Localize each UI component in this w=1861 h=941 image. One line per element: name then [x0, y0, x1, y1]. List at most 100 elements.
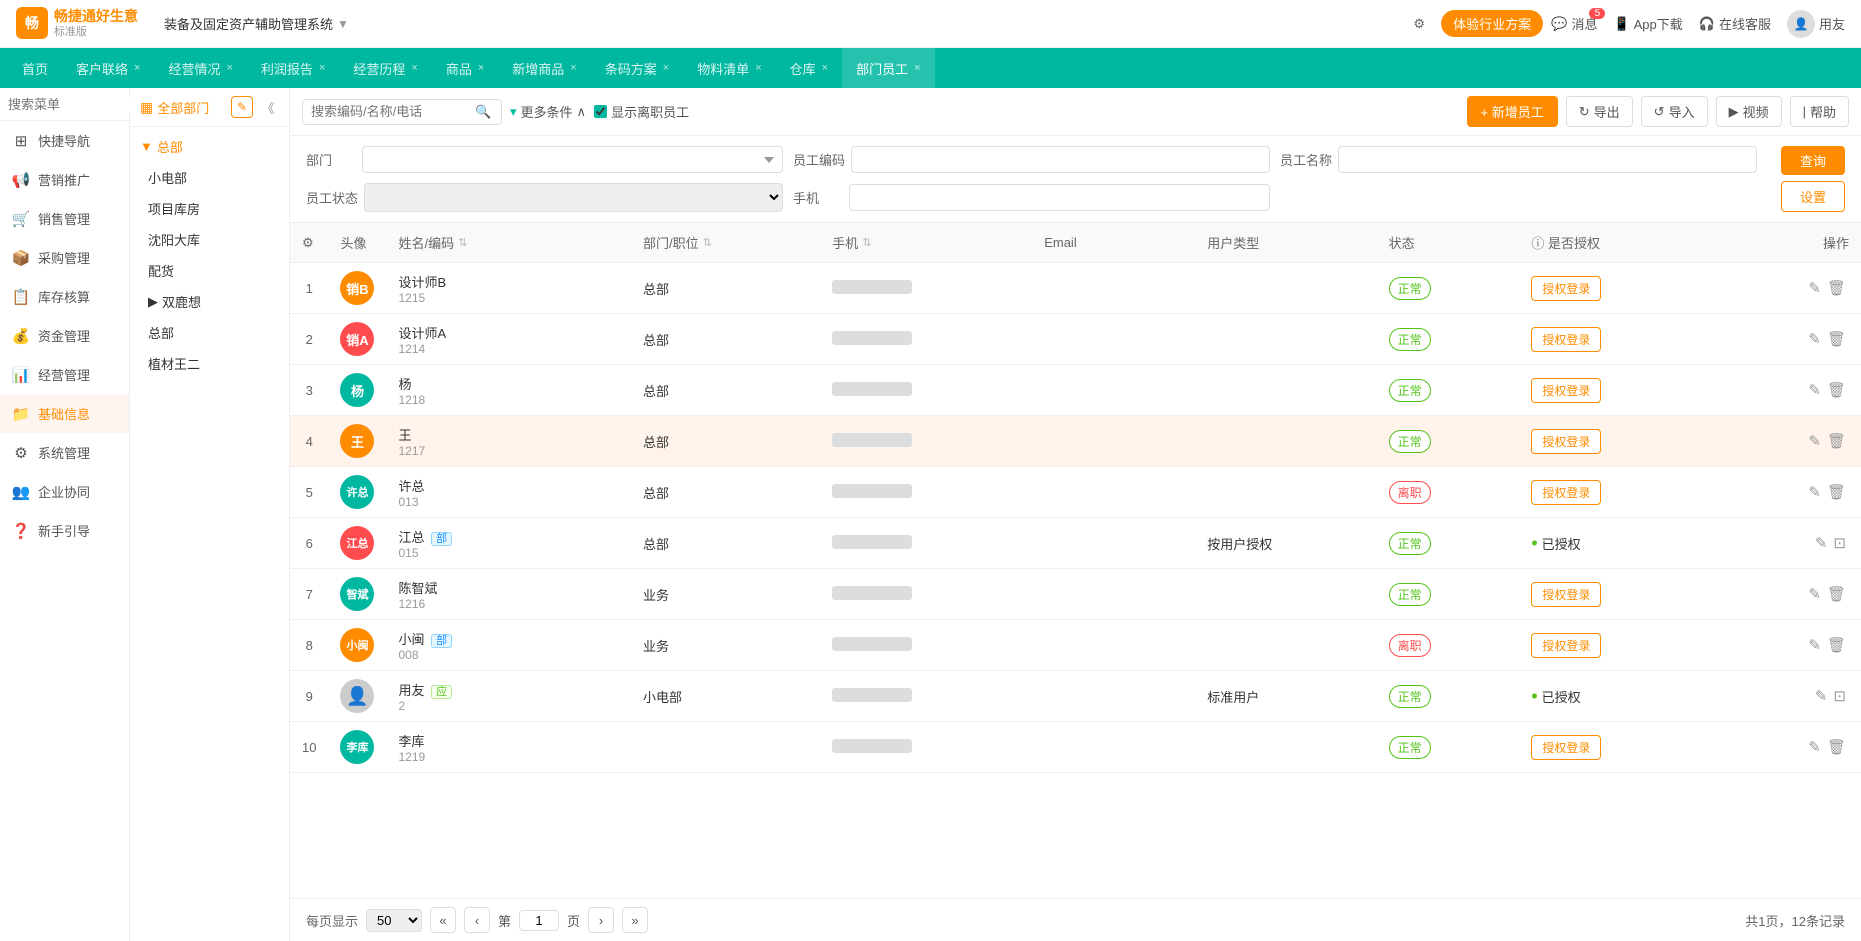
- sidebar-item-purchase[interactable]: 📦 采购管理: [0, 238, 129, 277]
- tab-operation[interactable]: 经营情况 ×: [154, 48, 246, 88]
- sidebar-item-system[interactable]: ⚙ 系统管理: [0, 433, 129, 472]
- view-button[interactable]: ▶ 视频: [1716, 96, 1782, 127]
- close-icon[interactable]: ×: [411, 62, 417, 74]
- sidebar-search[interactable]: 🔍: [0, 88, 129, 121]
- close-icon[interactable]: ×: [663, 62, 669, 74]
- sidebar-item-basic[interactable]: 📁 基础信息: [0, 394, 129, 433]
- export-button[interactable]: ↻ 导出: [1566, 96, 1633, 127]
- edit-icon[interactable]: ✎: [1808, 280, 1821, 297]
- next-page-button[interactable]: ›: [588, 907, 614, 933]
- dept-edit-button[interactable]: ✎: [231, 96, 253, 118]
- show-departed-checkbox[interactable]: 显示离职员工: [594, 102, 689, 121]
- emp-name-input[interactable]: [1338, 146, 1757, 173]
- dept-collapse-button[interactable]: 《: [257, 96, 279, 118]
- trial-button[interactable]: 体验行业方案: [1441, 10, 1543, 37]
- delete-icon[interactable]: 🗑: [1827, 739, 1846, 756]
- online-service-button[interactable]: 🎧 在线客服: [1699, 14, 1771, 33]
- delete-icon[interactable]: ⊡: [1833, 535, 1846, 552]
- add-employee-button[interactable]: + 新增员工: [1467, 96, 1558, 127]
- employee-search-input[interactable]: [311, 104, 471, 119]
- auth-login-button[interactable]: 授权登录: [1531, 378, 1601, 403]
- tab-profit[interactable]: 利润报告 ×: [247, 48, 339, 88]
- close-icon[interactable]: ×: [478, 62, 484, 74]
- query-button[interactable]: 查询: [1781, 146, 1845, 175]
- app-download-button[interactable]: 📱 App下载: [1613, 14, 1682, 33]
- edit-icon[interactable]: ✎: [1808, 433, 1821, 450]
- user-avatar[interactable]: 👤 用友: [1787, 10, 1845, 38]
- tab-new-goods[interactable]: 新增商品 ×: [498, 48, 590, 88]
- dept-select[interactable]: [362, 146, 783, 173]
- delete-icon[interactable]: 🗑: [1827, 637, 1846, 654]
- close-icon[interactable]: ×: [822, 62, 828, 74]
- import-button[interactable]: ↺ 导入: [1641, 96, 1708, 127]
- sidebar-item-collab[interactable]: 👥 企业协同: [0, 472, 129, 511]
- delete-icon[interactable]: 🗑: [1827, 382, 1846, 399]
- system-name[interactable]: 装备及固定资产辅助管理系统 ▼: [164, 14, 1397, 33]
- dept-node-shenyang[interactable]: 沈阳大库: [130, 224, 289, 255]
- tab-customer[interactable]: 客户联络 ×: [62, 48, 154, 88]
- prev-first-page-button[interactable]: «: [430, 907, 456, 933]
- delete-icon[interactable]: ⊡: [1833, 688, 1846, 705]
- close-icon[interactable]: ×: [570, 62, 576, 74]
- more-filter-button[interactable]: ▾ 更多条件 ∧: [510, 102, 586, 121]
- edit-icon[interactable]: ✎: [1808, 586, 1821, 603]
- auth-login-button[interactable]: 授权登录: [1531, 735, 1601, 760]
- sidebar-item-finance[interactable]: 💰 资金管理: [0, 316, 129, 355]
- dept-node-xiaodian[interactable]: 小电部: [130, 162, 289, 193]
- page-number-input[interactable]: [519, 910, 559, 931]
- close-icon[interactable]: ×: [914, 62, 920, 74]
- auth-login-button[interactable]: 授权登录: [1531, 327, 1601, 352]
- th-phone[interactable]: 手机 ⇅: [820, 223, 1032, 263]
- delete-icon[interactable]: 🗑: [1827, 586, 1846, 603]
- page-size-select[interactable]: 50 10 20 100: [366, 909, 422, 932]
- emp-status-select[interactable]: [364, 183, 783, 212]
- prev-page-button[interactable]: ‹: [464, 907, 490, 933]
- set-button[interactable]: 设置: [1781, 181, 1845, 212]
- messages-button[interactable]: 💬 消息 5: [1551, 14, 1597, 33]
- tab-dept-employee[interactable]: 部门员工 ×: [842, 48, 934, 88]
- emp-code-input[interactable]: [851, 146, 1270, 173]
- edit-icon[interactable]: ✎: [1808, 739, 1821, 756]
- th-name[interactable]: 姓名/编码 ⇅: [386, 223, 631, 263]
- auth-login-button[interactable]: 授权登录: [1531, 633, 1601, 658]
- dept-node-shuanglu[interactable]: ▶ 双鹿想: [130, 286, 289, 317]
- tab-barcode[interactable]: 条码方案 ×: [591, 48, 683, 88]
- sidebar-item-sales[interactable]: 🛒 销售管理: [0, 199, 129, 238]
- delete-icon[interactable]: 🗑: [1827, 433, 1846, 450]
- tab-bom[interactable]: 物料清单 ×: [683, 48, 775, 88]
- close-icon[interactable]: ×: [755, 62, 761, 74]
- dept-node-peihuo[interactable]: 配货: [130, 255, 289, 286]
- delete-icon[interactable]: 🗑: [1827, 280, 1846, 297]
- phone-input[interactable]: [849, 184, 1270, 211]
- sidebar-item-guide[interactable]: ❓ 新手引导: [0, 511, 129, 550]
- tab-home[interactable]: 首页: [8, 48, 62, 88]
- tab-goods[interactable]: 商品 ×: [432, 48, 498, 88]
- close-icon[interactable]: ×: [319, 62, 325, 74]
- gear-button[interactable]: ⚙: [1405, 10, 1433, 38]
- dept-node-project[interactable]: 项目库房: [130, 193, 289, 224]
- edit-icon[interactable]: ✎: [1808, 637, 1821, 654]
- dept-node-zhucai[interactable]: 植材王二: [130, 348, 289, 379]
- auth-login-button[interactable]: 授权登录: [1531, 429, 1601, 454]
- delete-icon[interactable]: 🗑: [1827, 484, 1846, 501]
- tab-history[interactable]: 经营历程 ×: [339, 48, 431, 88]
- close-icon[interactable]: ×: [226, 62, 232, 74]
- dept-node-zongbu[interactable]: 总部: [130, 317, 289, 348]
- close-icon[interactable]: ×: [134, 62, 140, 74]
- auth-login-button[interactable]: 授权登录: [1531, 582, 1601, 607]
- next-last-page-button[interactable]: »: [622, 907, 648, 933]
- help-button[interactable]: | 帮助: [1790, 96, 1849, 127]
- sidebar-item-inventory[interactable]: 📋 库存核算: [0, 277, 129, 316]
- edit-icon[interactable]: ✎: [1808, 484, 1821, 501]
- auth-login-button[interactable]: 授权登录: [1531, 276, 1601, 301]
- dept-node-zongbu-root[interactable]: ▼ 总部: [130, 131, 289, 162]
- edit-icon[interactable]: ✎: [1808, 331, 1821, 348]
- sidebar-item-marketing[interactable]: 📢 营销推广: [0, 160, 129, 199]
- departed-checkbox-input[interactable]: [594, 105, 607, 118]
- edit-icon[interactable]: ✎: [1815, 535, 1828, 552]
- th-dept[interactable]: 部门/职位 ⇅: [631, 223, 820, 263]
- edit-icon[interactable]: ✎: [1815, 688, 1828, 705]
- th-settings[interactable]: ⚙: [290, 223, 328, 263]
- sidebar-item-operation[interactable]: 📊 经营管理: [0, 355, 129, 394]
- delete-icon[interactable]: 🗑: [1827, 331, 1846, 348]
